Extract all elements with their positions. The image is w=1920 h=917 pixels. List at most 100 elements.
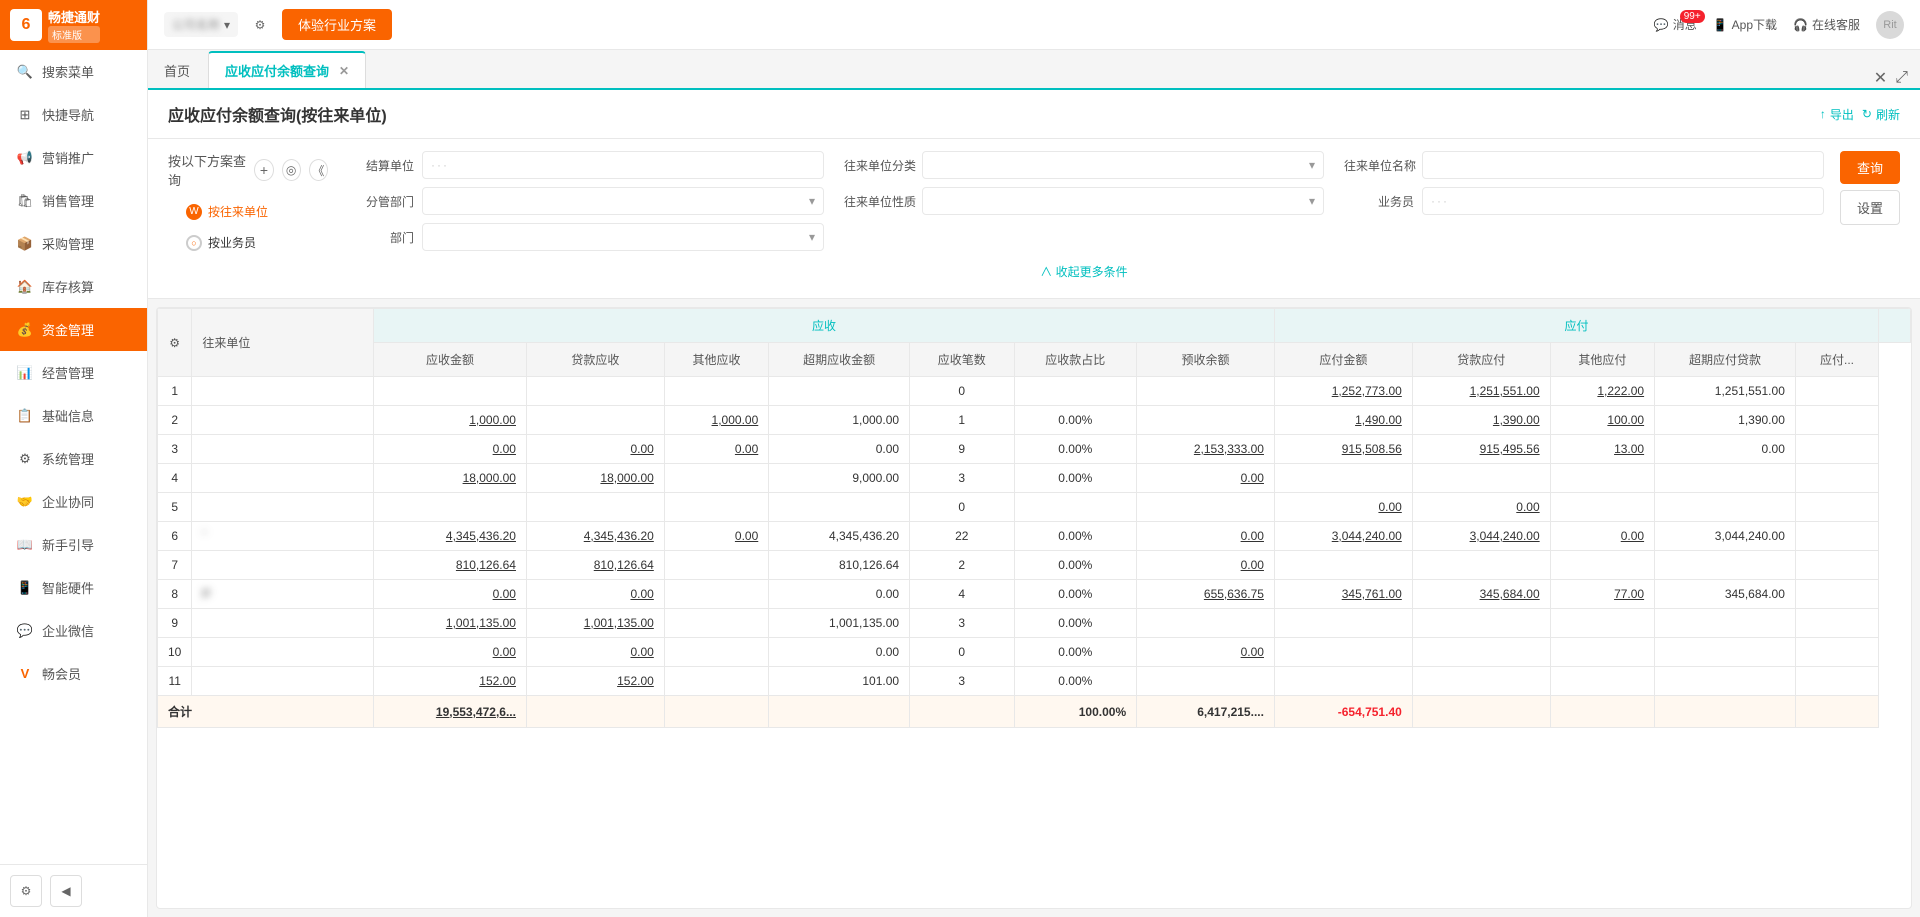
salesman-label: 业务员 xyxy=(1344,193,1414,210)
table-cell[interactable]: 18,000.00 xyxy=(526,464,664,493)
user-avatar[interactable]: Rit xyxy=(1876,11,1904,39)
collapse-button[interactable]: ◀ xyxy=(50,875,82,907)
table-cell[interactable]: 1,252,773.00 xyxy=(1274,377,1412,406)
table-cell[interactable]: 1,001,135.00 xyxy=(373,609,526,638)
table-header-ar-ratio: 应收款占比 xyxy=(1014,343,1137,377)
refresh-button[interactable]: ↻ 刷新 xyxy=(1862,106,1900,123)
table-header-ar-amount: 应收金额 xyxy=(373,343,526,377)
table-cell[interactable]: 0.00 xyxy=(1274,493,1412,522)
sidebar-item-system[interactable]: ⚙ 系统管理 xyxy=(0,437,147,480)
table-cell[interactable]: 1,000.00 xyxy=(373,406,526,435)
table-cell[interactable]: 810,126.64 xyxy=(373,551,526,580)
promo-button[interactable]: 体验行业方案 xyxy=(282,9,392,40)
sidebar-item-warehouse[interactable]: 🏠 库存核算 xyxy=(0,265,147,308)
settlement-input[interactable]: ··· xyxy=(422,151,824,179)
topbar-gear-button[interactable]: ⚙ xyxy=(246,11,274,39)
table-cell[interactable]: 0.00 xyxy=(373,435,526,464)
table-cell: 7 xyxy=(158,551,192,580)
sidebar-item-guide[interactable]: 📖 新手引导 xyxy=(0,523,147,566)
table-cell[interactable]: 2,153,333.00 xyxy=(1137,435,1275,464)
app-download-button[interactable]: 📱 App下载 xyxy=(1713,16,1777,33)
sidebar-label-enterprise: 企业协同 xyxy=(42,492,94,511)
sidebar-item-enterprise[interactable]: 🤝 企业协同 xyxy=(0,480,147,523)
table-cell[interactable]: 0.00 xyxy=(373,638,526,667)
sub-dept-input[interactable]: ▾ xyxy=(422,223,824,251)
table-settings-col[interactable]: ⚙ xyxy=(158,309,192,377)
filter-more-button[interactable]: ∧ 收起更多条件 xyxy=(344,257,1824,286)
table-cell[interactable]: 1,001,135.00 xyxy=(526,609,664,638)
table-cell[interactable]: 0.00 xyxy=(1137,464,1275,493)
tab-home[interactable]: 首页 xyxy=(148,53,206,88)
sidebar-item-sales[interactable]: 🛍 销售管理 xyxy=(0,179,147,222)
scheme-by-salesman[interactable]: ○ 按业务员 xyxy=(178,230,328,255)
salesman-input[interactable]: ··· xyxy=(1422,187,1824,215)
table-cell[interactable]: 18,000.00 xyxy=(373,464,526,493)
table-cell[interactable]: 0.00 xyxy=(1412,493,1550,522)
table-cell[interactable]: 152.00 xyxy=(526,667,664,696)
company-selector[interactable]: 公司名称 ▾ xyxy=(164,12,238,37)
sidebar-item-hardware[interactable]: 📱 智能硬件 xyxy=(0,566,147,609)
settings-button[interactable]: ⚙ xyxy=(10,875,42,907)
settings-button2[interactable]: 设置 xyxy=(1840,190,1900,225)
table-cell[interactable]: 345,684.00 xyxy=(1412,580,1550,609)
sidebar-item-purchase[interactable]: 📦 采购管理 xyxy=(0,222,147,265)
table-cell[interactable]: 4,345,436.20 xyxy=(373,522,526,551)
table-cell[interactable]: 0.00 xyxy=(526,580,664,609)
table-cell xyxy=(526,377,664,406)
table-cell[interactable]: 915,508.56 xyxy=(1274,435,1412,464)
sidebar-item-member[interactable]: V 畅会员 xyxy=(0,652,147,695)
table-cell[interactable]: 100.00 xyxy=(1550,406,1654,435)
table-cell[interactable]: 0.00 xyxy=(526,638,664,667)
table-cell[interactable]: 13.00 xyxy=(1550,435,1654,464)
table-cell[interactable]: 810,126.64 xyxy=(526,551,664,580)
table-cell: 1,390.00 xyxy=(1655,406,1796,435)
sidebar-item-marketing[interactable]: 📢 营销推广 xyxy=(0,136,147,179)
table-cell[interactable]: 3,044,240.00 xyxy=(1412,522,1550,551)
table-cell[interactable]: 1,251,551.00 xyxy=(1412,377,1550,406)
partner-nature-input[interactable]: ▾ xyxy=(922,187,1324,215)
table-cell[interactable]: 0.00 xyxy=(1550,522,1654,551)
sidebar-item-search[interactable]: 🔍 搜索菜单 xyxy=(0,50,147,93)
footer-ar-amount[interactable]: 19,553,472,6... xyxy=(373,696,526,728)
table-cell[interactable]: 1,000.00 xyxy=(664,406,768,435)
table-cell[interactable]: 152.00 xyxy=(373,667,526,696)
sidebar-item-basic[interactable]: 📋 基础信息 xyxy=(0,394,147,437)
table-cell[interactable]: 0.00 xyxy=(1137,551,1275,580)
tab-close-all-icon[interactable]: ✕ xyxy=(1874,68,1887,88)
table-cell[interactable]: 1,490.00 xyxy=(1274,406,1412,435)
sidebar-item-wechat[interactable]: 💬 企业微信 xyxy=(0,609,147,652)
online-service-button[interactable]: 🎧 在线客服 xyxy=(1793,16,1860,33)
tab-close-icon[interactable]: ✕ xyxy=(339,64,349,78)
message-button[interactable]: 💬 消息 99+ xyxy=(1654,16,1697,33)
table-cell[interactable]: 0.00 xyxy=(664,435,768,464)
export-label: 导出 xyxy=(1830,106,1854,123)
table-cell[interactable]: 655,636.75 xyxy=(1137,580,1275,609)
dept-input[interactable]: ▾ xyxy=(422,187,824,215)
table-cell[interactable]: 0.00 xyxy=(664,522,768,551)
table-cell[interactable]: 0.00 xyxy=(1137,638,1275,667)
filter-collapse-button[interactable]: 《 xyxy=(309,159,328,181)
table-cell[interactable]: 0.00 xyxy=(526,435,664,464)
table-cell[interactable]: 1,222.00 xyxy=(1550,377,1654,406)
table-cell[interactable]: 915,495.56 xyxy=(1412,435,1550,464)
sidebar-item-quick[interactable]: ⊞ 快捷导航 xyxy=(0,93,147,136)
tab-expand-icon[interactable]: ⤢ xyxy=(1895,69,1908,87)
filter-settings-button[interactable]: ◎ xyxy=(282,159,301,181)
table-cell[interactable]: 77.00 xyxy=(1550,580,1654,609)
tab-ar-ap[interactable]: 应收应付余额查询 ✕ xyxy=(208,51,366,88)
table-cell[interactable]: 3,044,240.00 xyxy=(1274,522,1412,551)
table-cell[interactable]: 345,761.00 xyxy=(1274,580,1412,609)
table-cell[interactable]: 0.00 xyxy=(1137,522,1275,551)
table-cell[interactable]: 1,390.00 xyxy=(1412,406,1550,435)
table-cell[interactable]: 4,345,436.20 xyxy=(526,522,664,551)
query-button[interactable]: 查询 xyxy=(1840,151,1900,184)
table-cell[interactable]: 0.00 xyxy=(373,580,526,609)
scheme-by-partner[interactable]: W 按往来单位 xyxy=(178,199,328,224)
partner-category-input[interactable]: ▾ xyxy=(922,151,1324,179)
filter-add-button[interactable]: + xyxy=(254,159,273,181)
table-row: 6ˇ4,345,436.204,345,436.200.004,345,436.… xyxy=(158,522,1911,551)
sidebar-item-finance[interactable]: 💰 资金管理 xyxy=(0,308,147,351)
sidebar-item-operation[interactable]: 📊 经营管理 xyxy=(0,351,147,394)
export-button[interactable]: ↑ 导出 xyxy=(1820,106,1854,123)
partner-name-input[interactable] xyxy=(1422,151,1824,179)
